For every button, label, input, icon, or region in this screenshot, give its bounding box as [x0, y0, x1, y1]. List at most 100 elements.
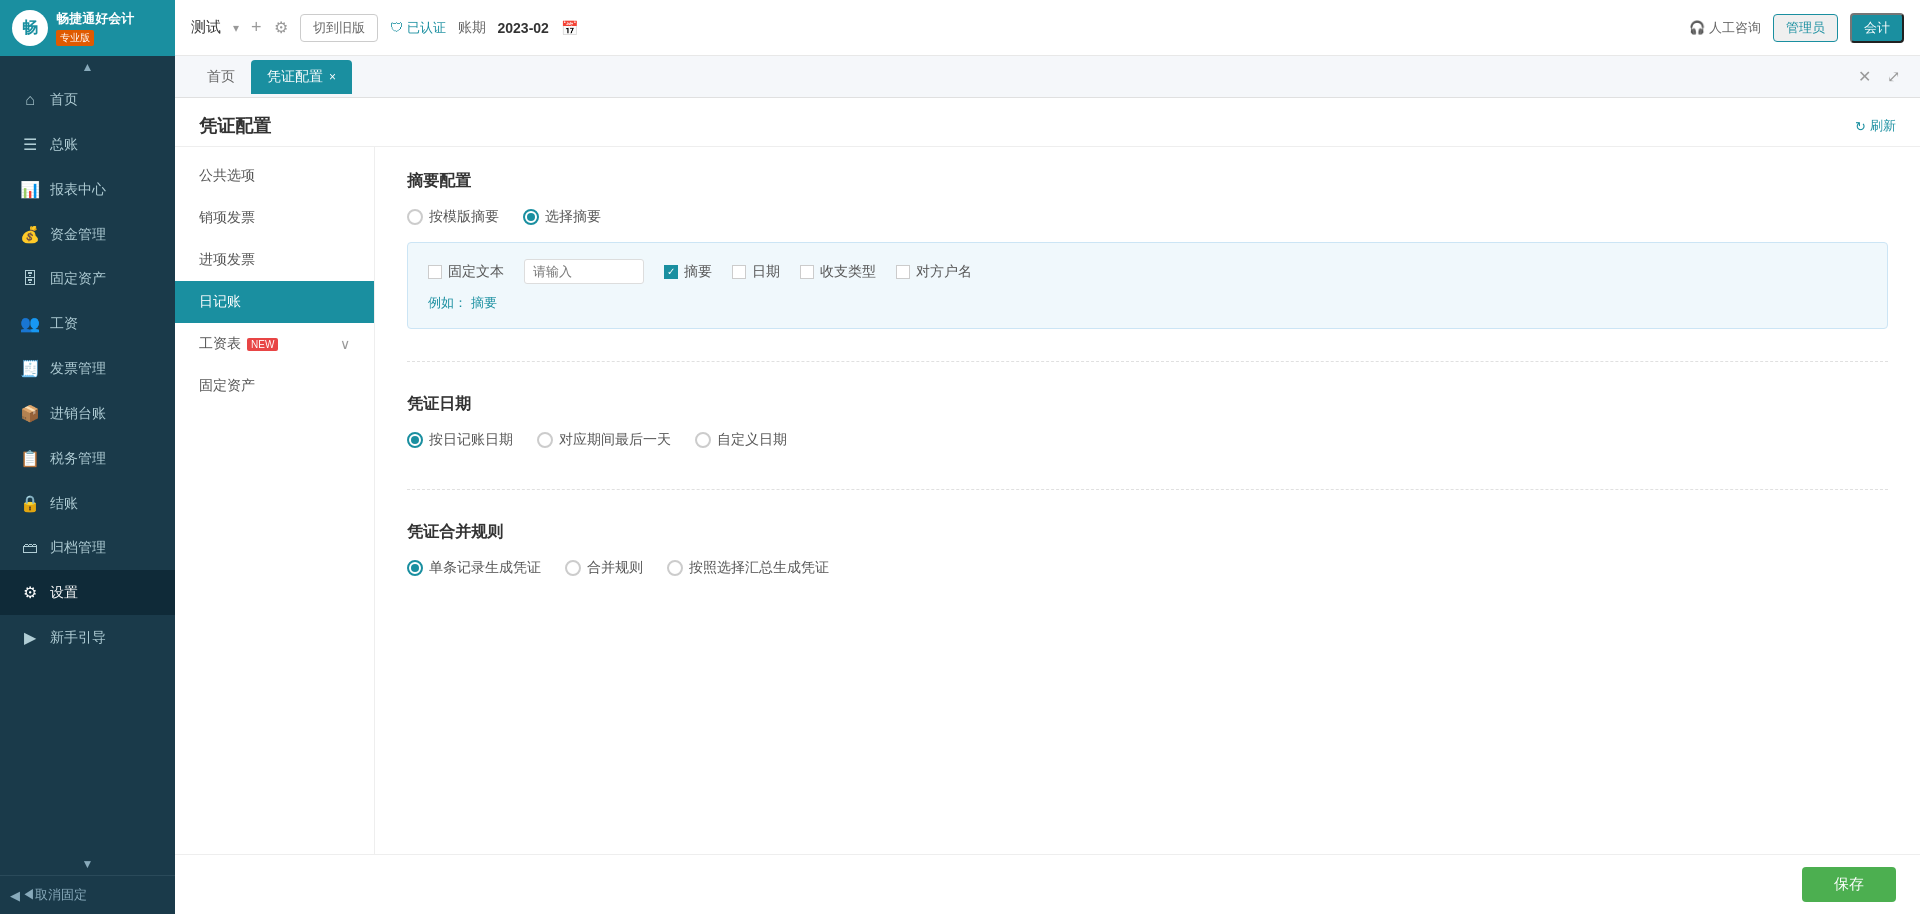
checkbox-summary[interactable]: ✓ 摘要: [664, 263, 712, 281]
checkbox-income-type[interactable]: 收支类型: [800, 263, 876, 281]
sidebar-item-assets[interactable]: 🗄 固定资产: [0, 257, 175, 301]
sidebar: 畅 畅捷通好会计 专业版 ▲ ⌂ 首页 ☰ 总账 📊 报表中心 💰 资金管理: [0, 0, 175, 914]
radio-select-summary[interactable]: 选择摘要: [523, 208, 601, 226]
tab-home[interactable]: 首页: [191, 60, 251, 94]
radio-period-last[interactable]: 对应期间最后一天: [537, 431, 671, 449]
sidebar-item-label: 税务管理: [50, 450, 106, 468]
left-nav-sales-invoice[interactable]: 销项发票: [175, 197, 374, 239]
voucher-date-radio-group: 按日记账日期 对应期间最后一天 自定义日期: [407, 431, 1888, 449]
page-wrap: 凭证配置 ↻ 刷新 公共选项 销项发票: [175, 98, 1920, 914]
close-window-icon[interactable]: ✕: [1854, 63, 1875, 90]
merge-rules-title: 凭证合并规则: [407, 522, 1888, 543]
radio-single-record[interactable]: 单条记录生成凭证: [407, 559, 541, 577]
left-nav-fixed-assets[interactable]: 固定资产: [175, 365, 374, 407]
sidebar-item-checkout[interactable]: 🔒 结账: [0, 481, 175, 526]
sidebar-item-label: 工资: [50, 315, 78, 333]
sidebar-scroll-up[interactable]: ▲: [0, 56, 175, 78]
sidebar-item-label: 资金管理: [50, 226, 106, 244]
report-icon: 📊: [20, 180, 40, 199]
radio-single-record-circle: [407, 560, 423, 576]
checkout-icon: 🔒: [20, 494, 40, 513]
sidebar-item-settings[interactable]: ⚙ 设置: [0, 570, 175, 615]
radio-merge-rules[interactable]: 合并规则: [565, 559, 643, 577]
main-area: 测试 ▾ + ⚙ 切到旧版 🛡 已认证 账期 2023-02 📅 🎧 人工咨询 …: [175, 0, 1920, 914]
expand-window-icon[interactable]: ⤢: [1883, 63, 1904, 90]
left-nav-payroll[interactable]: 工资表 NEW ∨: [175, 323, 374, 365]
fixed-text-input[interactable]: [524, 259, 644, 284]
accountant-button[interactable]: 会计: [1850, 13, 1904, 43]
period-value: 2023-02: [498, 20, 549, 36]
tab-voucher-config[interactable]: 凭证配置 ×: [251, 60, 352, 94]
add-project-button[interactable]: +: [251, 17, 262, 38]
logo-text: 畅捷通好会计 专业版: [56, 10, 134, 46]
sidebar-item-label: 设置: [50, 584, 78, 602]
sidebar-item-capital[interactable]: 💰 资金管理: [0, 212, 175, 257]
sidebar-item-archive[interactable]: 🗃 归档管理: [0, 526, 175, 570]
refresh-button[interactable]: ↻ 刷新: [1855, 117, 1896, 135]
cancel-fixed-button[interactable]: ◀ ◀取消固定: [0, 875, 175, 914]
invoice-icon: 🧾: [20, 359, 40, 378]
checkbox-income-type-box: [800, 265, 814, 279]
sidebar-item-label: 归档管理: [50, 539, 106, 557]
sidebar-item-sales[interactable]: 📦 进销台账: [0, 391, 175, 436]
sidebar-item-invoice[interactable]: 🧾 发票管理: [0, 346, 175, 391]
sidebar-item-label: 发票管理: [50, 360, 106, 378]
sidebar-logo: 畅 畅捷通好会计 专业版: [0, 0, 175, 56]
project-name: 测试: [191, 18, 221, 37]
sidebar-scroll-down[interactable]: ▼: [0, 853, 175, 875]
page-header: 凭证配置 ↻ 刷新: [175, 98, 1920, 147]
assets-icon: 🗄: [20, 270, 40, 288]
archive-icon: 🗃: [20, 539, 40, 557]
tab-close-icon[interactable]: ×: [329, 70, 336, 84]
left-nav-purchase-invoice[interactable]: 进项发票: [175, 239, 374, 281]
sidebar-item-wages[interactable]: 👥 工资: [0, 301, 175, 346]
config-left-nav: 公共选项 销项发票 进项发票 日记账 工资表: [175, 147, 375, 854]
cancel-fixed-label: ◀取消固定: [22, 886, 87, 904]
save-button[interactable]: 保存: [1802, 867, 1896, 902]
sidebar-item-home[interactable]: ⌂ 首页: [0, 78, 175, 122]
ledger-icon: ☰: [20, 135, 40, 154]
checkbox-counterpart[interactable]: 对方户名: [896, 263, 972, 281]
new-badge: NEW: [247, 338, 278, 351]
sidebar-item-label: 报表中心: [50, 181, 106, 199]
tab-controls: ✕ ⤢: [1854, 63, 1904, 90]
sidebar-item-label: 新手引导: [50, 629, 106, 647]
headset-icon: 🎧: [1689, 20, 1705, 35]
radio-template-summary[interactable]: 按模版摘要: [407, 208, 499, 226]
home-icon: ⌂: [20, 91, 40, 109]
consult-button[interactable]: 🎧 人工咨询: [1689, 19, 1761, 37]
checkbox-fixed-text-box: [428, 265, 442, 279]
checkbox-counterpart-box: [896, 265, 910, 279]
user-button[interactable]: 管理员: [1773, 14, 1838, 42]
sidebar-item-ledger[interactable]: ☰ 总账: [0, 122, 175, 167]
tab-bar: 首页 凭证配置 × ✕ ⤢: [175, 56, 1920, 98]
settings-gear-icon[interactable]: ⚙: [274, 18, 288, 37]
calendar-icon[interactable]: 📅: [561, 20, 578, 36]
radio-custom-date[interactable]: 自定义日期: [695, 431, 787, 449]
checkbox-date[interactable]: 日期: [732, 263, 780, 281]
summary-config-section: 摘要配置 按模版摘要 选择摘要: [407, 171, 1888, 362]
sidebar-item-label: 进销台账: [50, 405, 106, 423]
checkbox-fixed-text[interactable]: 固定文本: [428, 263, 504, 281]
certified-label: 已认证: [407, 19, 446, 37]
logo-icon: 畅: [12, 10, 48, 46]
left-nav-public[interactable]: 公共选项: [175, 155, 374, 197]
summary-options-box: 固定文本 ✓ 摘要 日期: [407, 242, 1888, 329]
sidebar-item-guide[interactable]: ▶ 新手引导: [0, 615, 175, 660]
radio-journal-date[interactable]: 按日记账日期: [407, 431, 513, 449]
switch-old-button[interactable]: 切到旧版: [300, 14, 378, 42]
top-bar: 测试 ▾ + ⚙ 切到旧版 🛡 已认证 账期 2023-02 📅 🎧 人工咨询 …: [175, 0, 1920, 56]
page-footer: 保存: [175, 854, 1920, 914]
radio-select-merge[interactable]: 按照选择汇总生成凭证: [667, 559, 829, 577]
left-nav-journal[interactable]: 日记账: [175, 281, 374, 323]
refresh-icon: ↻: [1855, 119, 1866, 134]
cancel-fixed-icon: ◀: [10, 888, 20, 903]
sidebar-item-tax[interactable]: 📋 税务管理: [0, 436, 175, 481]
sidebar-item-label: 总账: [50, 136, 78, 154]
voucher-date-title: 凭证日期: [407, 394, 1888, 415]
checkbox-summary-box: ✓: [664, 265, 678, 279]
sidebar-item-label: 首页: [50, 91, 78, 109]
sidebar-item-report[interactable]: 📊 报表中心: [0, 167, 175, 212]
project-chevron-icon[interactable]: ▾: [233, 21, 239, 35]
certified-badge: 🛡 已认证: [390, 19, 446, 37]
